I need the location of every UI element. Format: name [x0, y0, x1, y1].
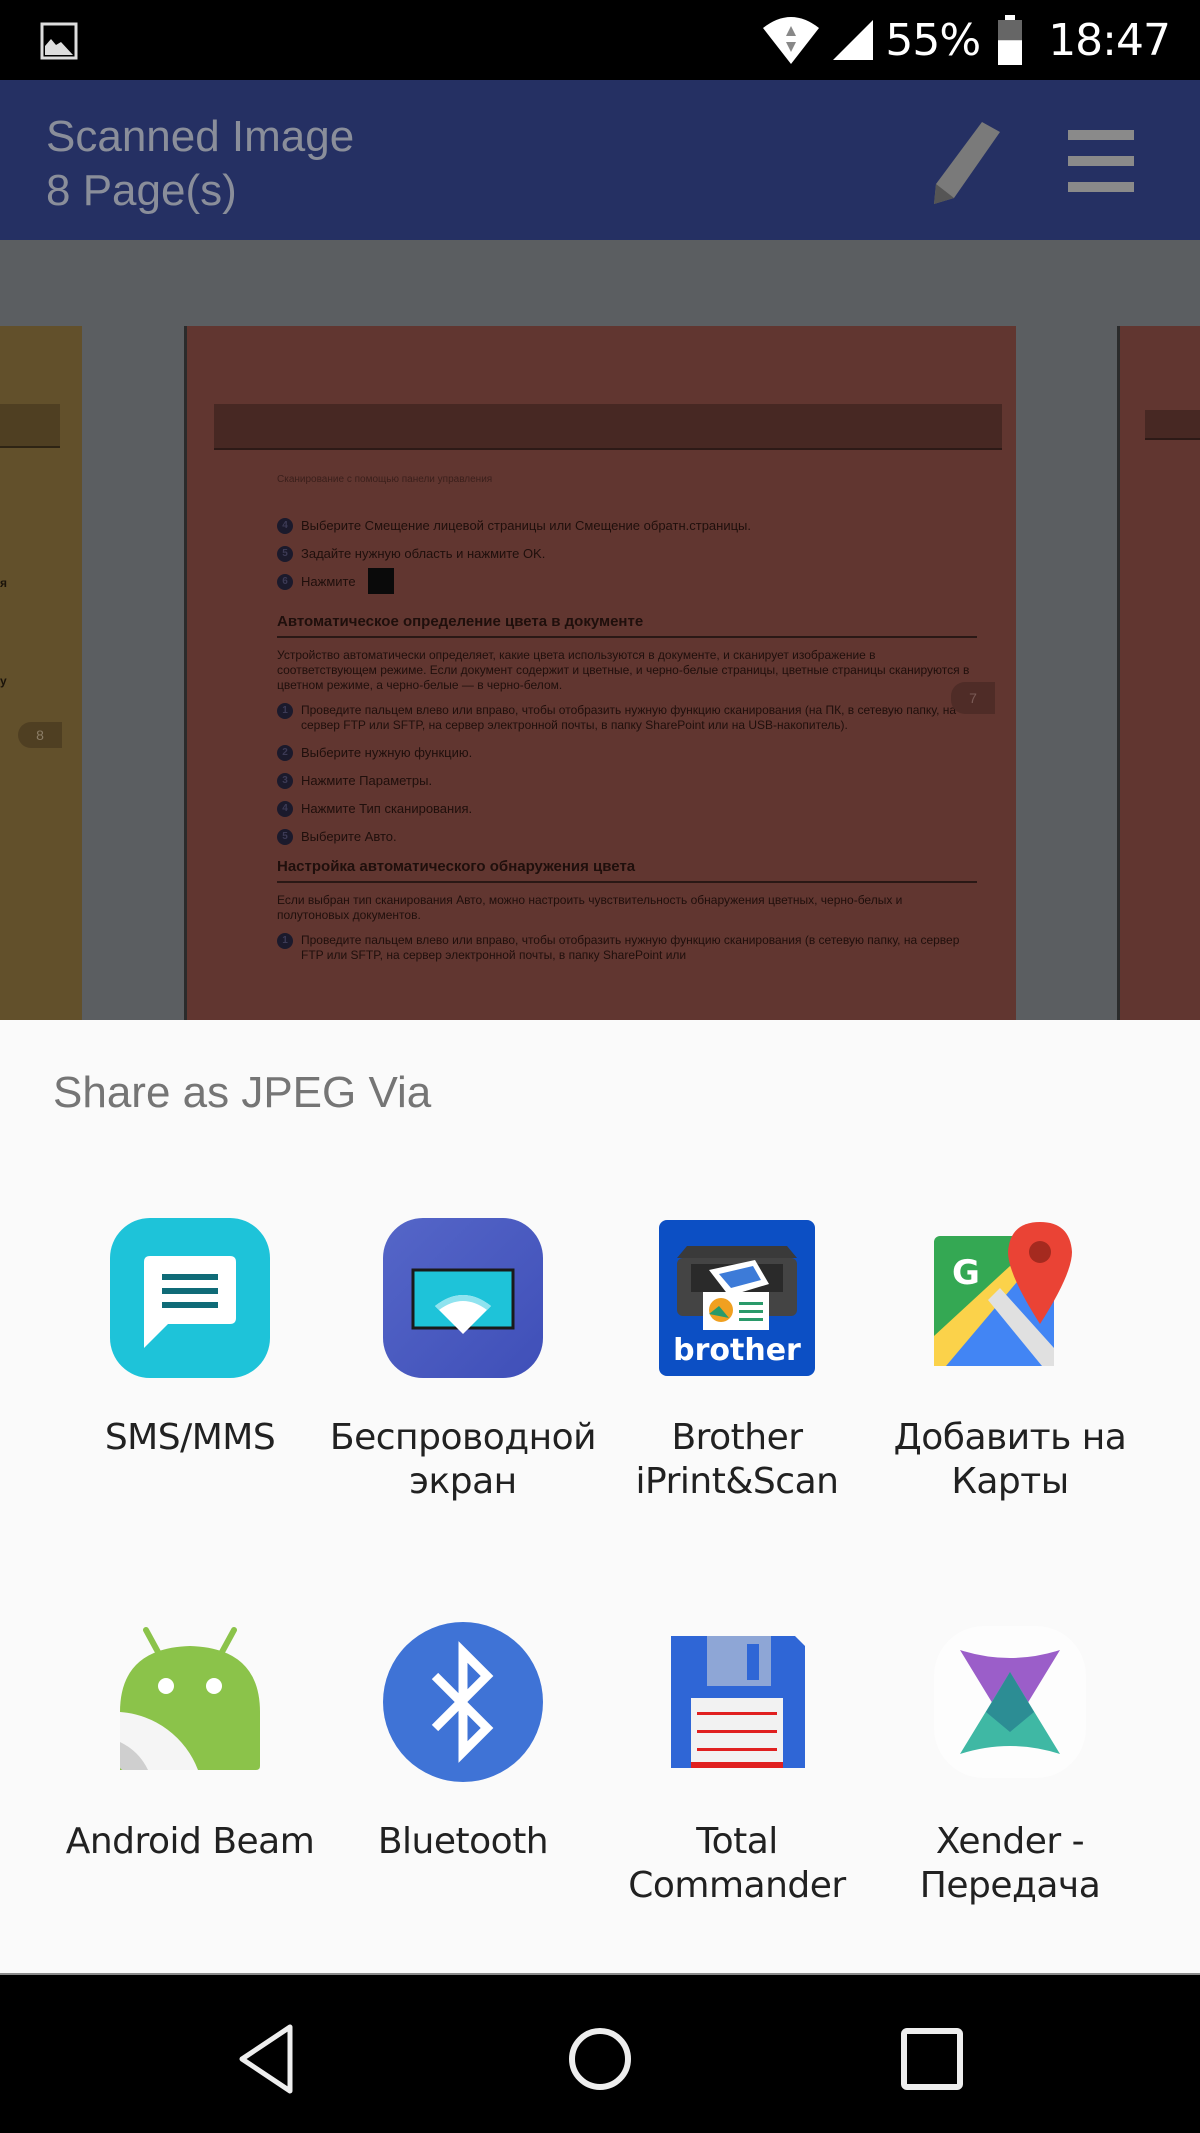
doc-step: 5 Выберите Авто. [277, 829, 977, 845]
sms-message-icon [110, 1218, 270, 1378]
floppy-disk-icon [671, 1636, 805, 1768]
android-beam-icon [120, 1627, 260, 1770]
doc-step: 1 Проведите пальцем влево или вправо, чт… [277, 703, 977, 733]
back-triangle-icon[interactable] [228, 2019, 308, 2099]
home-button-icon [367, 568, 394, 594]
document-pager[interactable]: я у 8 Сканирование с помощью панели упра… [0, 240, 1200, 1020]
section-paragraph: Устройство автоматически определяет, как… [277, 648, 970, 692]
text-fragment: я [0, 576, 8, 590]
step-text: Нажмите [301, 574, 356, 589]
share-target-label: Беспроводной экран [329, 1417, 597, 1502]
navigation-bar [0, 1973, 1200, 2133]
section-heading: Автоматическое определение цвета в докум… [277, 614, 977, 638]
step-number: 4 [277, 801, 293, 817]
share-target-label: SMS/MMS [104, 1417, 276, 1458]
doc-breadcrumb: Сканирование с помощью панели управления [277, 474, 493, 485]
step-text: Проведите пальцем влево или вправо, чтоб… [301, 933, 960, 962]
cell-signal-icon [833, 20, 874, 60]
battery-percent: 55% [885, 14, 981, 66]
share-sheet-title: Share as JPEG Via [53, 1068, 432, 1117]
doc-step: 4 Выберите Смещение лицевой страницы или… [277, 518, 977, 534]
share-sheet: Share as JPEG Via SMS/MMS Беспроводной эк [0, 1020, 1200, 1973]
google-maps-icon: G [934, 1222, 1072, 1366]
svg-text:G: G [952, 1253, 980, 1293]
doc-step: 5 Задайте нужную область и нажмите OK. [277, 546, 977, 562]
step-number: 1 [277, 703, 293, 719]
app-bar: Scanned Image 8 Page(s) [0, 80, 1200, 240]
clock: 18:47 [1048, 14, 1171, 66]
page-header-bar [1145, 410, 1200, 440]
previous-page-thumbnail[interactable]: я у 8 [0, 326, 82, 1020]
section-heading: Настройка автоматического обнаружения цв… [277, 859, 977, 883]
wireless-display-icon [383, 1218, 543, 1378]
page-count: 8 Page(s) [46, 166, 237, 215]
page-number-badge: 7 [951, 682, 995, 714]
step-number: 6 [277, 574, 293, 590]
doc-step: 4 Нажмите Тип сканирования. [277, 801, 977, 817]
share-target-label: Android Beam [65, 1821, 315, 1862]
step-number: 1 [277, 933, 293, 949]
text-fragment: у [0, 674, 7, 688]
battery-icon [998, 15, 1023, 65]
step-text: Нажмите Параметры. [301, 773, 433, 788]
home-circle-icon[interactable] [560, 2019, 640, 2099]
xender-icon [934, 1626, 1086, 1778]
hamburger-menu-icon[interactable] [1060, 124, 1140, 204]
doc-step: 6 Нажмите [277, 568, 977, 600]
share-target-total-commander[interactable]: Total Commander [600, 1622, 874, 2002]
step-number: 5 [277, 546, 293, 562]
share-target-android-beam[interactable]: Android Beam [53, 1622, 327, 2002]
share-target-label: Добавить на Карты [893, 1417, 1127, 1502]
share-target-label: Bluetooth [377, 1821, 549, 1862]
svg-text:brother: brother [673, 1333, 801, 1368]
current-page[interactable]: Сканирование с помощью панели управления… [184, 326, 1016, 1020]
pencil-icon[interactable] [920, 118, 1010, 208]
doc-step: 3 Нажмите Параметры. [277, 773, 977, 789]
share-target-bluetooth[interactable]: Bluetooth [326, 1622, 600, 2002]
step-text: Выберите Авто. [301, 829, 397, 844]
step-text: Нажмите Тип сканирования. [301, 801, 473, 816]
page-header-bar [214, 404, 1002, 450]
step-text: Задайте нужную область и нажмите OK. [301, 546, 546, 561]
share-target-label: Total Commander [628, 1821, 846, 1906]
next-page-thumbnail[interactable] [1117, 326, 1200, 1020]
bluetooth-icon [383, 1622, 543, 1782]
share-target-google-maps[interactable]: G Добавить на Карты [873, 1218, 1147, 1598]
step-number: 4 [277, 518, 293, 534]
step-text: Проведите пальцем влево или вправо, чтоб… [301, 703, 957, 732]
recents-square-icon[interactable] [892, 2019, 972, 2099]
wifi-icon [763, 17, 820, 64]
page-header-bar [0, 404, 60, 448]
doc-step: 1 Проведите пальцем влево или вправо, чт… [277, 933, 977, 963]
page-number-badge: 8 [18, 722, 62, 748]
step-number: 5 [277, 829, 293, 845]
share-target-sms-mms[interactable]: SMS/MMS [53, 1218, 327, 1598]
status-bar: 55% 18:47 [0, 0, 1200, 80]
section-paragraph: Если выбран тип сканирования Авто, можно… [277, 893, 903, 922]
step-number: 3 [277, 773, 293, 789]
document-text: Сканирование с помощью панели управления… [277, 472, 977, 975]
app-title: Scanned Image [46, 112, 355, 161]
doc-step: 2 Выберите нужную функцию. [277, 745, 977, 761]
step-text: Выберите Смещение лицевой страницы или С… [301, 518, 751, 533]
share-target-xender[interactable]: Xender - Передача [873, 1622, 1147, 2002]
share-target-brother-iprint-scan[interactable]: brother Brother iPrint&Scan [600, 1218, 874, 1598]
gallery-image-icon [40, 22, 78, 60]
share-target-label: Xender - Передача [919, 1821, 1101, 1906]
step-text: Выберите нужную функцию. [301, 745, 473, 760]
share-target-wireless-display[interactable]: Беспроводной экран [326, 1218, 600, 1598]
share-target-label: Brother iPrint&Scan [635, 1417, 839, 1502]
brother-printer-icon: brother [659, 1220, 815, 1376]
step-number: 2 [277, 745, 293, 761]
